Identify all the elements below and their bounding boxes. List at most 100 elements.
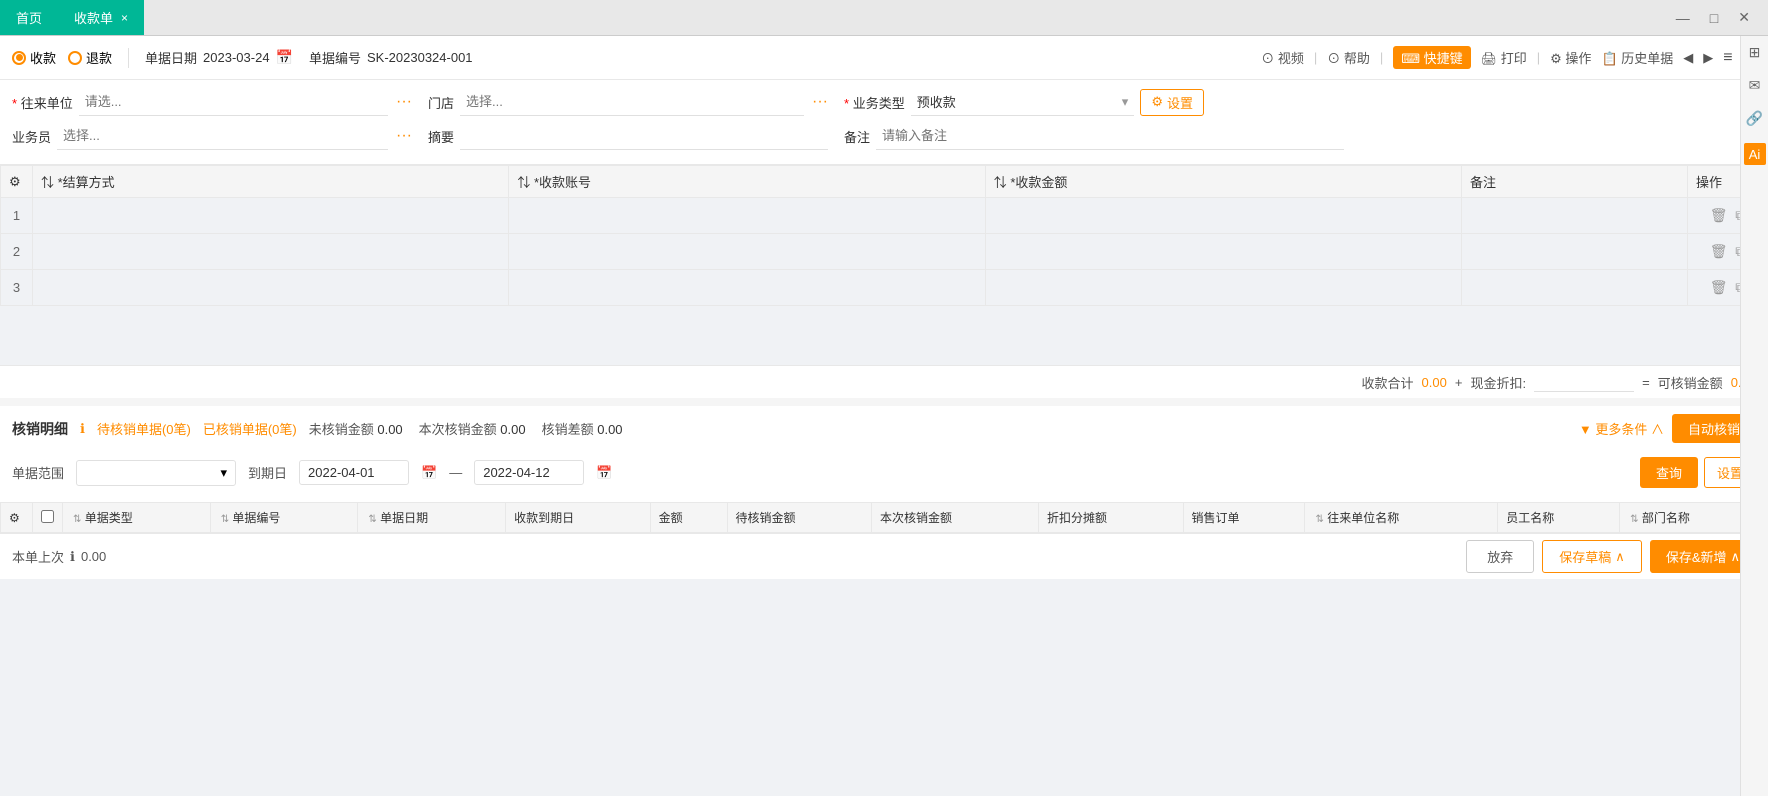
- minimize-button[interactable]: —: [1670, 8, 1696, 28]
- diff-value: 0.00: [597, 422, 622, 437]
- doc-type-sort-icon[interactable]: ⇅: [73, 514, 81, 525]
- next-nav[interactable]: ▶: [1703, 50, 1713, 66]
- shop-input[interactable]: [460, 88, 804, 116]
- more-conditions-btn[interactable]: ▼ 更多条件 ∧: [1579, 419, 1664, 438]
- sidebar-email-icon[interactable]: ✉: [1749, 77, 1761, 94]
- date-value[interactable]: 2023-03-24: [203, 50, 270, 65]
- dept-sort-icon[interactable]: ⇅: [1630, 514, 1638, 525]
- row-1-remark[interactable]: [1462, 198, 1688, 234]
- tab-home[interactable]: 首页: [0, 0, 58, 35]
- bottom-table-header: ⚙ ⇅ 单据类型 ⇅ 单据编号 ⇅ 单据日期 收款到期日 金额 待核销金额 本次…: [1, 503, 1768, 533]
- date-from-calendar-icon[interactable]: 📅: [421, 465, 437, 481]
- discount-input[interactable]: [1534, 372, 1634, 392]
- row-1-settle[interactable]: [33, 198, 509, 234]
- pending-tab[interactable]: 待核销单据(0笔): [97, 419, 191, 438]
- maximize-button[interactable]: □: [1704, 8, 1724, 28]
- calendar-icon[interactable]: 📅: [276, 49, 293, 66]
- footer-info-icon[interactable]: ℹ: [70, 549, 75, 565]
- row-2-amount[interactable]: [985, 234, 1461, 270]
- discard-button[interactable]: 放弃: [1466, 540, 1534, 573]
- form-row-2: 业务员 ··· 摘要 备注: [12, 122, 1756, 150]
- receipt-radio[interactable]: 收款: [12, 48, 56, 67]
- bottom-table-section: ⚙ ⇅ 单据类型 ⇅ 单据编号 ⇅ 单据日期 收款到期日 金额 待核销金额 本次…: [0, 502, 1768, 533]
- doc-num-sort-icon[interactable]: ⇅: [221, 514, 229, 525]
- counterpart-input[interactable]: [79, 88, 388, 116]
- row-2-account[interactable]: [509, 234, 985, 270]
- account-sort[interactable]: ⇅: [517, 175, 530, 190]
- table-section: ⚙ ⇅ *结算方式 ⇅ *收款账号 ⇅ *收款金额 备注 操作 1: [0, 165, 1768, 365]
- footer-info: 本单上次 ℹ 0.00: [12, 547, 106, 566]
- refund-radio-label: 退款: [86, 48, 112, 67]
- print-action[interactable]: 🖨 打印: [1481, 48, 1527, 67]
- row-3-remark[interactable]: [1462, 270, 1688, 306]
- range-select[interactable]: ▾: [76, 460, 236, 486]
- draft-button[interactable]: 保存草稿 ∧: [1542, 540, 1642, 573]
- form-section: * 往来单位 ··· 门店 ··· * 业务类型: [0, 80, 1768, 165]
- biz-type-value: 预收款: [917, 92, 1118, 111]
- summary-input[interactable]: [460, 122, 828, 150]
- help-action[interactable]: ⊙ 帮助: [1327, 48, 1370, 67]
- video-action[interactable]: ⊙ 视频: [1261, 48, 1304, 67]
- row-1-delete-icon[interactable]: 🗑: [1710, 207, 1728, 223]
- refund-radio[interactable]: 退款: [68, 48, 112, 67]
- btcol-gear[interactable]: ⚙: [1, 503, 33, 533]
- row-3-delete-icon[interactable]: 🗑: [1710, 279, 1728, 295]
- btcol-employee: 员工名称: [1498, 503, 1620, 533]
- main-inner: 收款 退款 单据日期 2023-03-24 📅 单据编号 SK-20230324…: [0, 36, 1768, 796]
- date-to-input[interactable]: [474, 460, 584, 485]
- sidebar-table-icon[interactable]: ⊞: [1749, 44, 1761, 61]
- filter-actions: 查询 设置: [1640, 457, 1756, 488]
- tab-receipt[interactable]: 收款单 ×: [58, 0, 144, 35]
- date-to-calendar-icon[interactable]: 📅: [596, 465, 612, 481]
- current-verif-stat: 本次核销金额 0.00: [419, 419, 526, 438]
- query-button[interactable]: 查询: [1640, 457, 1698, 488]
- sidebar-screen-icon[interactable]: Ai: [1744, 143, 1766, 165]
- right-sidebar: ⊞ ✉ 🔗 Ai: [1740, 36, 1768, 796]
- counterpart-sort-icon[interactable]: ⇅: [1315, 514, 1323, 525]
- select-all-checkbox[interactable]: [41, 510, 54, 523]
- shop-label: 门店: [428, 93, 454, 112]
- row-2-settle[interactable]: [33, 234, 509, 270]
- row-3-account[interactable]: [509, 270, 985, 306]
- date-from-input[interactable]: [299, 460, 409, 485]
- row-3-amount[interactable]: [985, 270, 1461, 306]
- remark-label: 备注: [844, 127, 870, 146]
- tab-close-icon[interactable]: ×: [121, 11, 128, 25]
- row-num-2: 2: [1, 234, 33, 270]
- summary-field: 摘要: [428, 122, 828, 150]
- verif-title: 核销明细: [12, 419, 68, 439]
- operation-action[interactable]: ⚙ 操作: [1550, 48, 1591, 67]
- row-1-amount[interactable]: [985, 198, 1461, 234]
- btcol-doc-num: ⇅ 单据编号: [210, 503, 358, 533]
- history-action[interactable]: 📋 历史单据: [1601, 48, 1673, 67]
- sidebar-link-icon[interactable]: 🔗: [1746, 110, 1763, 127]
- col-gear[interactable]: ⚙: [1, 166, 33, 198]
- salesperson-more-btn[interactable]: ···: [396, 127, 412, 145]
- counterpart-more-btn[interactable]: ···: [396, 93, 412, 111]
- row-2-remark[interactable]: [1462, 234, 1688, 270]
- row-1-account[interactable]: [509, 198, 985, 234]
- shortcut-action[interactable]: ⌨ 快捷键: [1393, 46, 1470, 69]
- close-button[interactable]: ✕: [1732, 7, 1756, 28]
- shop-more-btn[interactable]: ···: [812, 93, 828, 111]
- prev-nav[interactable]: ◀: [1683, 50, 1693, 66]
- draft-arrow-icon: ∧: [1615, 549, 1625, 565]
- btcol-counterpart: ⇅ 往来单位名称: [1305, 503, 1498, 533]
- settle-method-sort[interactable]: ⇅: [41, 175, 54, 190]
- list-view-icon[interactable]: ≡: [1723, 49, 1732, 67]
- btcol-current-verif: 本次核销金额: [872, 503, 1039, 533]
- doc-date-sort-icon[interactable]: ⇅: [368, 514, 376, 525]
- biz-type-field: * 业务类型 预收款 ▾ ⚙ 设置: [844, 88, 1204, 116]
- salesperson-input[interactable]: [57, 122, 388, 150]
- row-2-delete-icon[interactable]: 🗑: [1710, 243, 1728, 259]
- amount-sort[interactable]: ⇅: [994, 175, 1007, 190]
- bottom-table: ⚙ ⇅ 单据类型 ⇅ 单据编号 ⇅ 单据日期 收款到期日 金额 待核销金额 本次…: [0, 502, 1768, 533]
- remark-input[interactable]: [876, 122, 1344, 150]
- biz-type-select[interactable]: 预收款 ▾: [911, 88, 1135, 116]
- row-3-settle[interactable]: [33, 270, 509, 306]
- verif-info-icon[interactable]: ℹ: [80, 421, 85, 437]
- setting-button[interactable]: ⚙ 设置: [1140, 89, 1204, 116]
- date-field: 单据日期 2023-03-24 📅: [145, 48, 293, 67]
- summary-row: 收款合计 0.00 + 现金折扣: = 可核销金额 0.00: [0, 365, 1768, 398]
- done-tab[interactable]: 已核销单据(0笔): [203, 419, 297, 438]
